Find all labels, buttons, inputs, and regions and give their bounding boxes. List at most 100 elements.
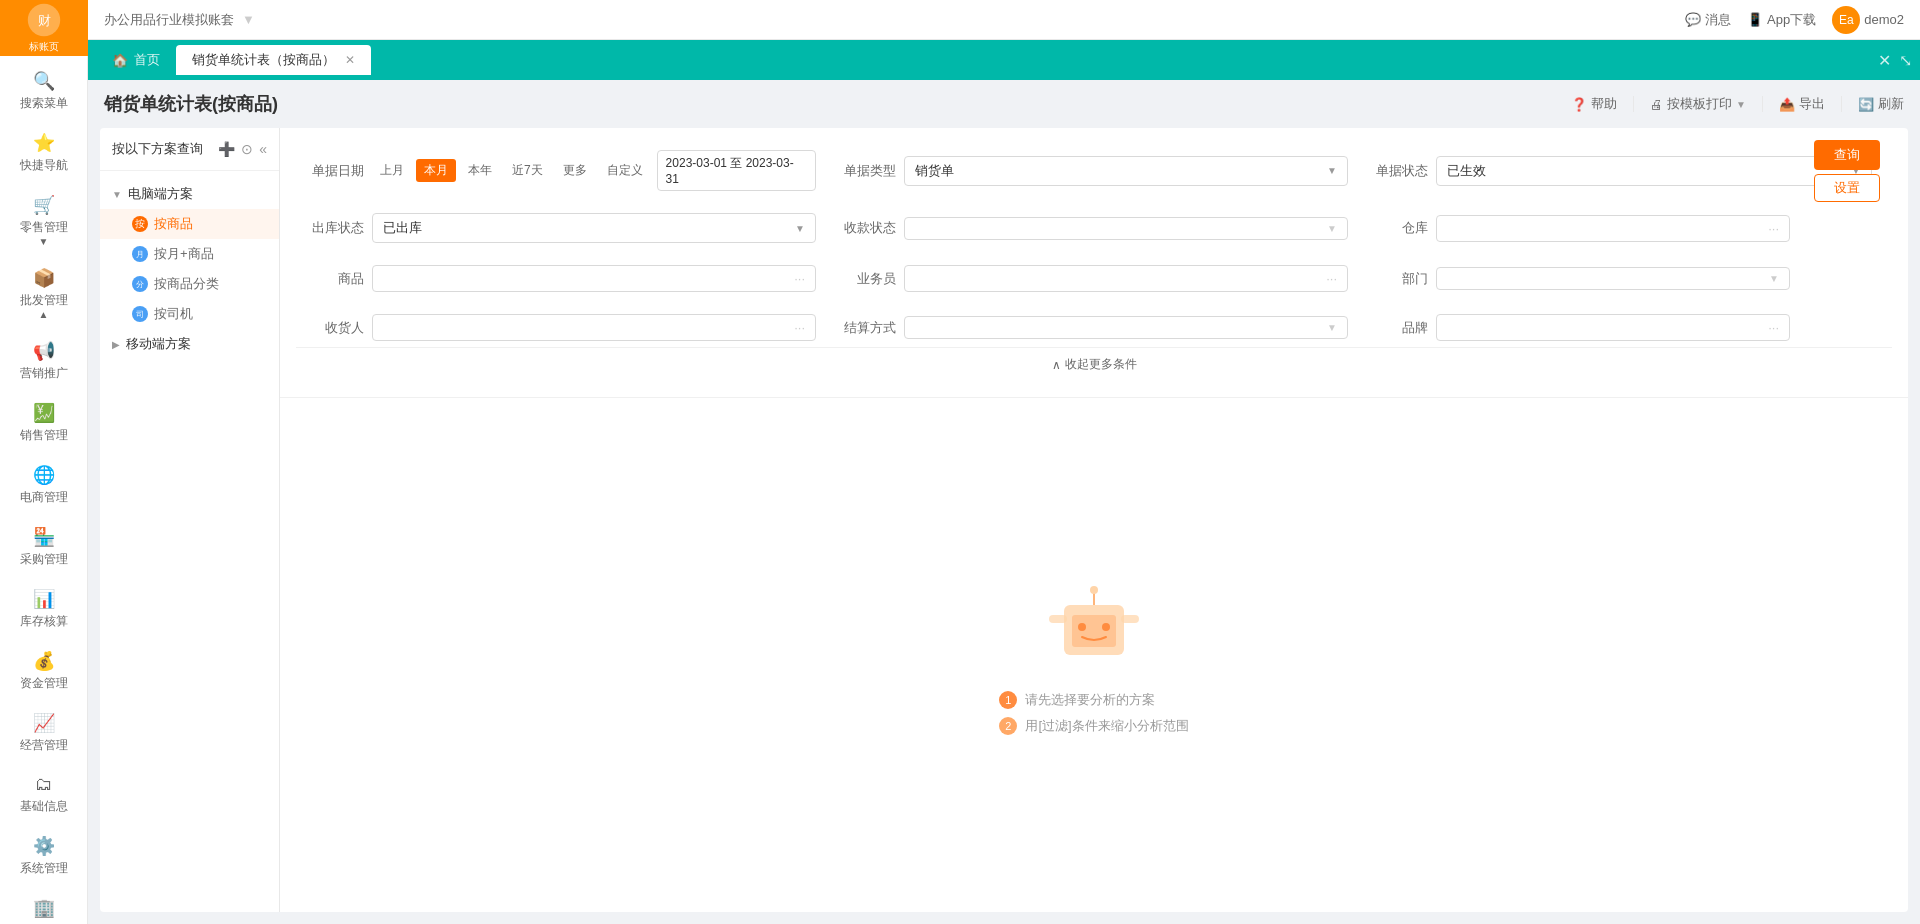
message-icon: 💬: [1685, 12, 1701, 27]
sidebar-item-wholesale[interactable]: 📦 批发管理 ▲: [0, 257, 87, 330]
add-scheme-btn[interactable]: ➕: [218, 141, 235, 157]
logo-subtitle: 标账页: [29, 40, 59, 54]
date-tab-thisyear[interactable]: 本年: [460, 159, 500, 182]
sidebar-item-finance[interactable]: 💰 资金管理: [0, 640, 87, 702]
export-icon: 📤: [1779, 97, 1795, 112]
finance-icon: 💰: [33, 650, 55, 672]
sidebar-item-ecom[interactable]: 🌐 电商管理: [0, 454, 87, 516]
date-tab-custom[interactable]: 自定义: [599, 159, 651, 182]
sidebar-item-operations[interactable]: 📈 经营管理: [0, 702, 87, 764]
page-content: 销货单统计表(按商品) ❓ 帮助 🖨 按模板打印 ▼ 📤 导出: [88, 80, 1920, 924]
date-tab-7days[interactable]: 近7天: [504, 159, 551, 182]
docstatus-input[interactable]: 已生效 ▼: [1436, 156, 1872, 186]
brand-label: 品牌: [1372, 319, 1428, 337]
user-avatar-btn[interactable]: Ea demo2: [1832, 6, 1904, 34]
tree-group-desktop-header[interactable]: ▼ 电脑端方案: [100, 179, 279, 209]
filter-row-4: 收货人 ··· 结算方式 ▼: [296, 308, 1892, 347]
collapse-panel-btn[interactable]: «: [259, 141, 267, 157]
system-icon: ⚙️: [33, 835, 55, 857]
svg-point-4: [1078, 623, 1086, 631]
collapse-conditions-btn[interactable]: ∧ 收起更多条件: [296, 347, 1892, 381]
staff-dots: ···: [1326, 271, 1337, 286]
settle-input[interactable]: ▼: [904, 316, 1348, 339]
svg-rect-3: [1072, 615, 1116, 647]
tree-item-by-category[interactable]: 分 按商品分类: [100, 269, 279, 299]
date-range-input[interactable]: 2023-03-01 至 2023-03-31: [657, 150, 816, 191]
divider-3: [1841, 96, 1842, 112]
help-icon: ❓: [1571, 97, 1587, 112]
collectstatus-input[interactable]: ▼: [904, 217, 1348, 240]
sidebar-item-search[interactable]: 🔍 搜索菜单: [0, 60, 87, 122]
svg-text:财: 财: [37, 14, 50, 28]
svg-point-5: [1102, 623, 1110, 631]
query-button[interactable]: 查询: [1814, 140, 1880, 170]
collectstatus-caret: ▼: [1327, 223, 1337, 234]
refresh-btn[interactable]: 🔄 刷新: [1858, 95, 1904, 113]
print-icon: 🖨: [1650, 97, 1663, 112]
filter-cell-docstatus: 单据状态 已生效 ▼ 查询 设置: [1360, 144, 1892, 197]
page-actions: ❓ 帮助 🖨 按模板打印 ▼ 📤 导出 🔄 刷新: [1571, 95, 1904, 113]
header-right: 💬 消息 📱 App下载 Ea demo2: [1685, 6, 1904, 34]
cashier-scheme-icon: 司: [132, 306, 148, 322]
tab-window-controls: ✕ ⤡: [1878, 51, 1912, 70]
sidebar-item-sales[interactable]: 💹 销售管理: [0, 392, 87, 454]
warehouse-input[interactable]: ···: [1436, 215, 1790, 242]
sidebar-item-corp[interactable]: 🏢 企业协同: [0, 887, 87, 924]
search-icon: 🔍: [33, 70, 55, 92]
empty-state: 1 请先选择要分析的方案 2 用[过滤]条件来缩小分析范围: [280, 398, 1908, 912]
date-tab-thismonth[interactable]: 本月: [416, 159, 456, 182]
tip-item-1: 1 请先选择要分析的方案: [999, 691, 1188, 709]
staff-input[interactable]: ···: [904, 265, 1348, 292]
date-tab-lastmonth[interactable]: 上月: [372, 159, 412, 182]
date-tab-more[interactable]: 更多: [555, 159, 595, 182]
content-area: 按以下方案查询 ➕ ⊙ « ▼ 电脑端方案: [100, 128, 1908, 912]
tab-report[interactable]: 销货单统计表（按商品） ✕: [176, 45, 371, 75]
sidebar-item-marketing[interactable]: 📢 营销推广: [0, 330, 87, 392]
top-header: 办公用品行业模拟账套 ▼ 💬 消息 📱 App下载 Ea demo2: [88, 0, 1920, 40]
help-btn[interactable]: ❓ 帮助: [1571, 95, 1617, 113]
maximize-window-icon[interactable]: ⤡: [1899, 51, 1912, 70]
outstatus-label: 出库状态: [308, 219, 364, 237]
right-panel: 单据日期 上月 本月 本年 近7天 更多 自定义: [280, 128, 1908, 912]
product-input[interactable]: ···: [372, 265, 816, 292]
wholesale-icon: 📦: [33, 267, 55, 289]
settings-button[interactable]: 设置: [1814, 174, 1880, 202]
tree-group-mobile-header[interactable]: ▶ 移动端方案: [100, 329, 279, 359]
sidebar-item-quicknav[interactable]: ⭐ 快捷导航: [0, 122, 87, 184]
tree-item-by-cashier[interactable]: 司 按司机: [100, 299, 279, 329]
tree-item-by-month-product[interactable]: 月 按月+商品: [100, 239, 279, 269]
left-panel-title: 按以下方案查询: [112, 140, 203, 158]
brand-input[interactable]: ···: [1436, 314, 1790, 341]
close-window-icon[interactable]: ✕: [1878, 51, 1891, 70]
main-area: 办公用品行业模拟账套 ▼ 💬 消息 📱 App下载 Ea demo2 🏠 首页: [88, 0, 1920, 924]
tree-item-by-product[interactable]: 按 按商品: [100, 209, 279, 239]
tab-home[interactable]: 🏠 首页: [96, 45, 176, 75]
category-scheme-icon: 分: [132, 276, 148, 292]
tip-item-2: 2 用[过滤]条件来缩小分析范围: [999, 717, 1188, 735]
app-download-btn[interactable]: 📱 App下载: [1747, 11, 1816, 29]
sidebar-item-system[interactable]: ⚙️ 系统管理: [0, 825, 87, 887]
filter-cell-settle: 结算方式 ▼: [828, 308, 1360, 347]
sidebar-item-purchase[interactable]: 🏪 采购管理: [0, 516, 87, 578]
sidebar-item-basic[interactable]: 🗂 基础信息: [0, 764, 87, 825]
filter-cell-doctype: 单据类型 销货单 ▼: [828, 144, 1360, 197]
tree-group-mobile: ▶ 移动端方案: [100, 329, 279, 359]
month-product-scheme-icon: 月: [132, 246, 148, 262]
svg-point-7: [1090, 586, 1098, 594]
doctype-input[interactable]: 销货单 ▼: [904, 156, 1348, 186]
print-btn[interactable]: 🖨 按模板打印 ▼: [1650, 95, 1746, 113]
refresh-icon: 🔄: [1858, 97, 1874, 112]
edit-scheme-btn[interactable]: ⊙: [241, 141, 253, 157]
sidebar-item-inventory[interactable]: 📊 库存核算: [0, 578, 87, 640]
receiver-input[interactable]: ···: [372, 314, 816, 341]
filter-cell-brand: 品牌 ···: [1360, 308, 1802, 347]
message-btn[interactable]: 💬 消息: [1685, 11, 1731, 29]
outstatus-input[interactable]: 已出库 ▼: [372, 213, 816, 243]
sidebar-item-retail[interactable]: 🛒 零售管理 ▼: [0, 184, 87, 257]
export-btn[interactable]: 📤 导出: [1779, 95, 1825, 113]
ops-icon: 📈: [33, 712, 55, 734]
logo[interactable]: 财 标账页: [0, 0, 88, 56]
collapse-chevron-icon: ∧: [1052, 358, 1061, 372]
tab-close-btn[interactable]: ✕: [345, 53, 355, 67]
dept-input[interactable]: ▼: [1436, 267, 1790, 290]
